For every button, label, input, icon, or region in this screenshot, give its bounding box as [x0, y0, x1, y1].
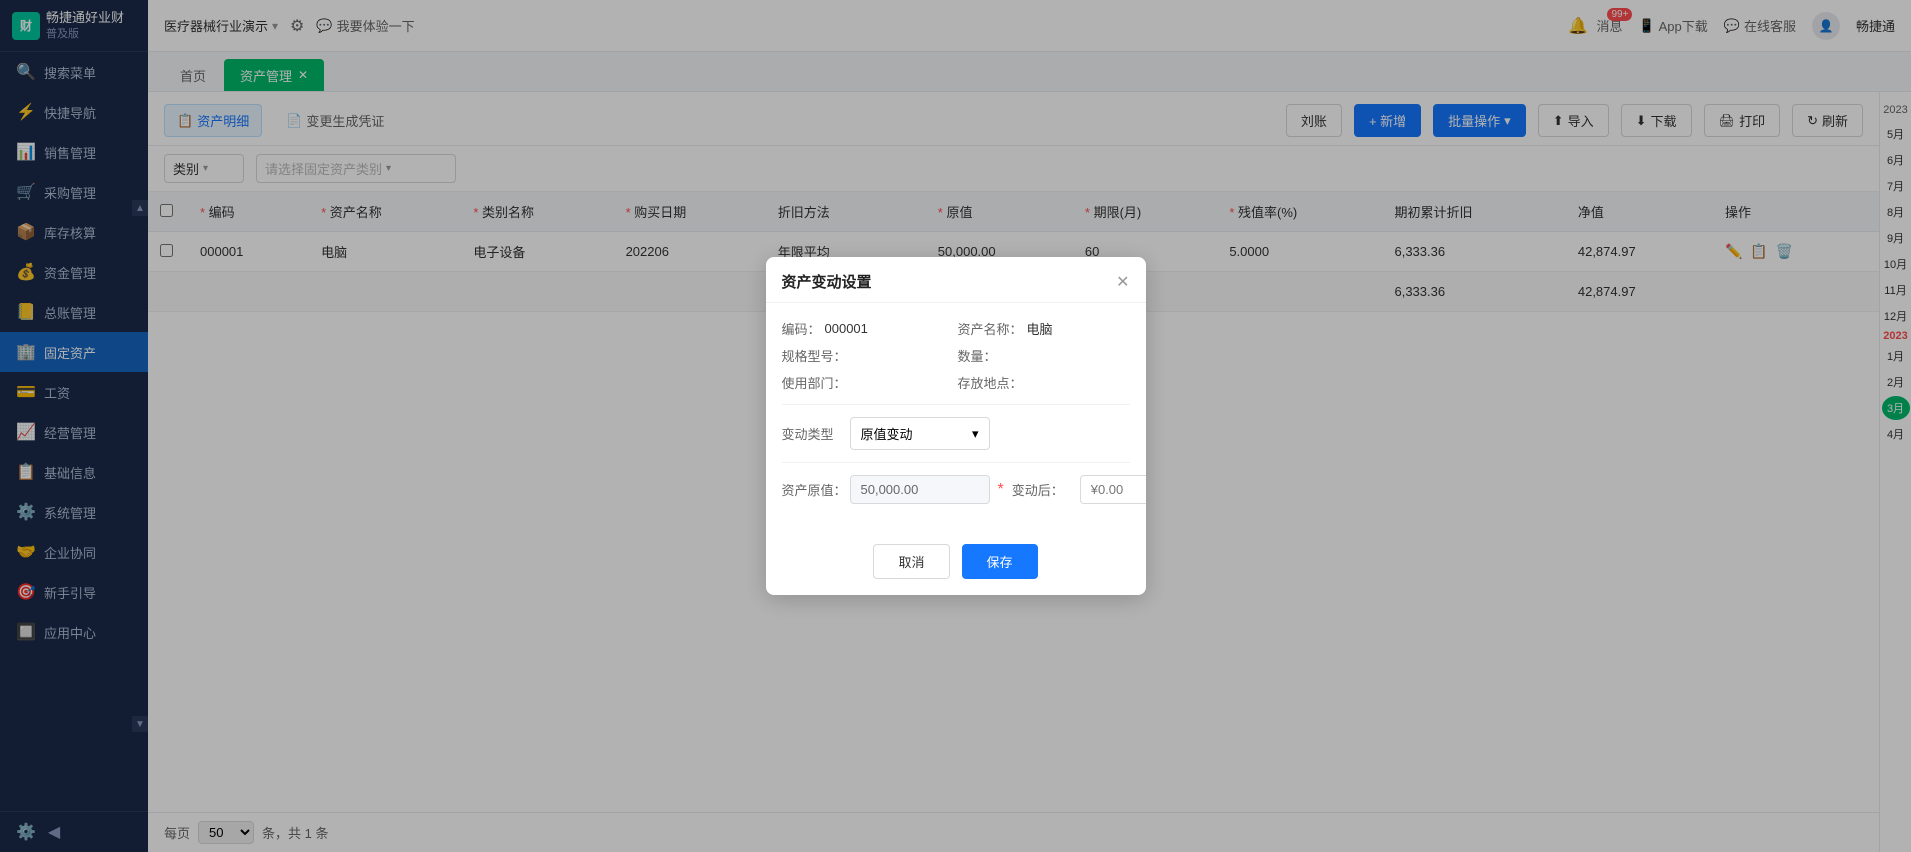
dialog-location-field: 存放地点：: [958, 373, 1130, 392]
dialog-code-field: 编码： 000001: [782, 319, 954, 338]
save-button[interactable]: 保存: [962, 544, 1038, 579]
location-label: 存放地点：: [958, 373, 1023, 392]
asset-name-label: 资产名称：: [958, 319, 1023, 338]
dialog-divider-1: [782, 404, 1130, 405]
dialog-title: 资产变动设置: [782, 271, 872, 292]
dialog-footer: 取消 保存: [766, 532, 1146, 595]
dialog-info-grid: 编码： 000001 资产名称： 电脑 规格型号： 数量： 使用部门：: [782, 319, 1130, 392]
dialog-spec-field: 规格型号：: [782, 346, 954, 365]
change-type-select[interactable]: 原值变动 ▾: [850, 417, 990, 450]
change-type-arrow-icon: ▾: [972, 426, 979, 442]
change-type-value: 原值变动: [861, 424, 913, 443]
after-change-label: 变动后：: [1012, 480, 1072, 499]
dialog-divider-2: [782, 462, 1130, 463]
asset-original-input[interactable]: [850, 475, 990, 504]
asset-original-row: 资产原值： * 变动后：: [782, 475, 1130, 504]
cancel-button[interactable]: 取消: [873, 544, 949, 579]
modal-overlay: 资产变动设置 ✕ 编码： 000001 资产名称： 电脑 规格型号： 数量：: [0, 0, 1911, 852]
spec-label: 规格型号：: [782, 346, 847, 365]
code-value: 000001: [825, 321, 868, 336]
dept-label: 使用部门：: [782, 373, 847, 392]
change-type-label: 变动类型: [782, 424, 842, 443]
code-label: 编码：: [782, 319, 821, 338]
dialog-body: 编码： 000001 资产名称： 电脑 规格型号： 数量： 使用部门：: [766, 303, 1146, 532]
quantity-label: 数量：: [958, 346, 997, 365]
asset-change-dialog: 资产变动设置 ✕ 编码： 000001 资产名称： 电脑 规格型号： 数量：: [766, 257, 1146, 595]
asset-original-label: 资产原值：: [782, 480, 842, 499]
dialog-dept-field: 使用部门：: [782, 373, 954, 392]
dialog-header: 资产变动设置 ✕: [766, 257, 1146, 303]
dialog-quantity-field: 数量：: [958, 346, 1130, 365]
asset-name-value: 电脑: [1027, 319, 1053, 338]
dialog-close-icon[interactable]: ✕: [1116, 272, 1129, 292]
required-star: *: [998, 481, 1004, 499]
change-type-row: 变动类型 原值变动 ▾: [782, 417, 1130, 450]
dialog-asset-name-field: 资产名称： 电脑: [958, 319, 1130, 338]
after-change-input[interactable]: [1080, 475, 1146, 504]
